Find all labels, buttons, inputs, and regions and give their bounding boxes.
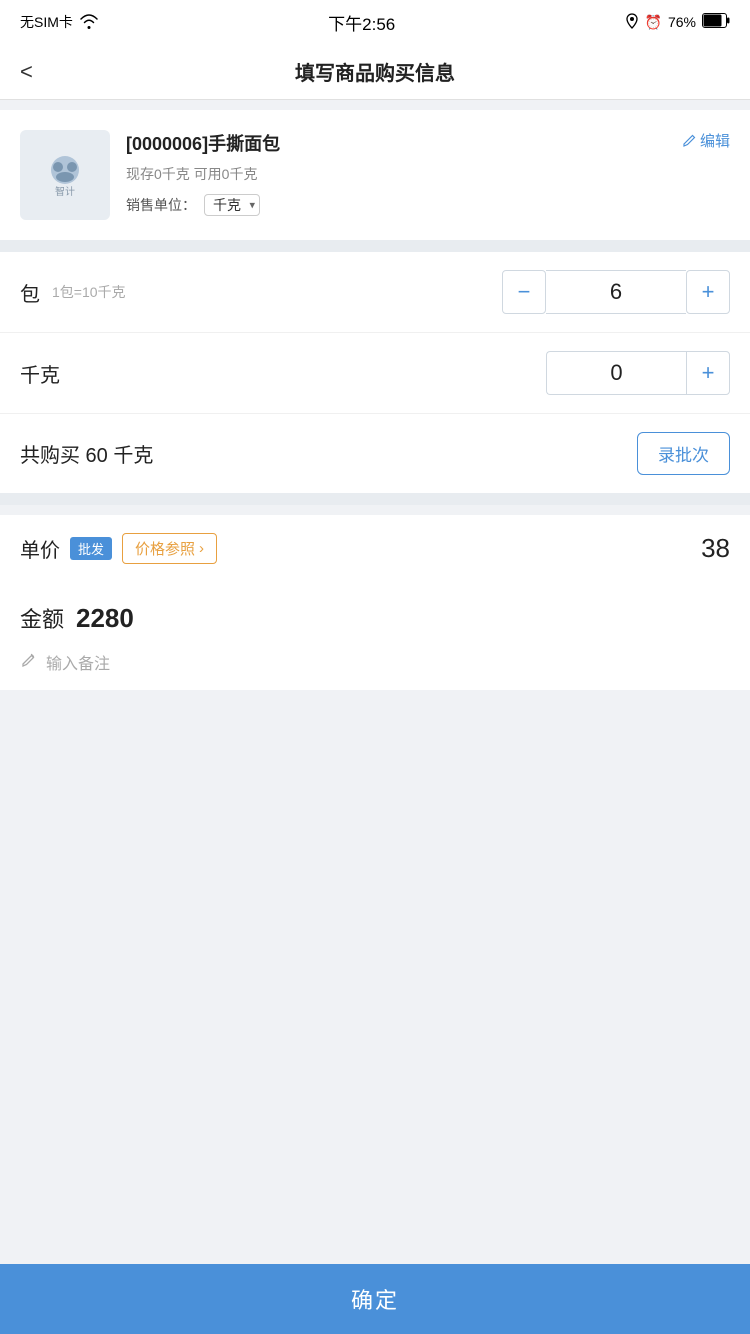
unit-select-wrapper[interactable]: 千克 (204, 194, 260, 216)
amount-value: 2280 (76, 603, 134, 634)
price-left: 单价 批发 价格参照 › (20, 533, 217, 564)
total-label: 共购买 60 千克 (20, 439, 153, 468)
status-left: 无SIM卡 (20, 12, 99, 32)
unit-select[interactable]: 千克 (204, 194, 260, 216)
product-card: 智计 [0000006]手撕面包 现存0千克 可用0千克 销售单位： 千克 编辑 (0, 110, 750, 240)
quantity-label-kg: 千克 (20, 359, 60, 388)
pencil-icon (20, 651, 38, 674)
quantity-hint-bao: 1包=10千克 (52, 282, 126, 302)
price-tag: 批发 (70, 537, 112, 560)
quantity-control-bao: − + (502, 270, 730, 314)
product-name: [0000006]手撕面包 (126, 130, 730, 156)
quantity-control-kg: + (546, 351, 730, 395)
page-title: 填写商品购买信息 (295, 57, 455, 86)
edit-button[interactable]: 编辑 (682, 130, 730, 151)
confirm-button[interactable]: 确定 (0, 1264, 750, 1334)
note-placeholder[interactable]: 输入备注 (46, 650, 110, 674)
amount-section: 金额 2280 输入备注 (0, 582, 750, 690)
price-row: 单价 批发 价格参照 › 38 (20, 533, 730, 564)
carrier-text: 无SIM卡 (20, 12, 73, 32)
product-image: 智计 (20, 130, 110, 220)
svg-text:智计: 智计 (55, 185, 75, 198)
battery-icon (702, 13, 730, 31)
quantity-bao-input[interactable] (546, 270, 686, 314)
increase-kg-button[interactable]: + (686, 351, 730, 395)
nav-bar: < 填写商品购买信息 (0, 44, 750, 100)
alarm-icon: ⏰ (645, 14, 662, 31)
section-divider-2 (0, 493, 750, 505)
quantity-label-bao: 包 1包=10千克 (20, 278, 126, 307)
price-value: 38 (701, 533, 730, 564)
price-ref-button[interactable]: 价格参照 › (122, 533, 217, 564)
increase-bao-button[interactable]: + (686, 270, 730, 314)
wifi-icon (79, 13, 99, 32)
amount-label: 金额 (20, 602, 64, 634)
back-button[interactable]: < (20, 59, 33, 85)
status-bar: 无SIM卡 下午2:56 ⏰ 76% (0, 0, 750, 44)
product-stock: 现存0千克 可用0千克 (126, 164, 730, 184)
section-divider-1 (0, 240, 750, 252)
quantity-row-bao: 包 1包=10千克 − + (0, 252, 750, 333)
decrease-bao-button[interactable]: − (502, 270, 546, 314)
amount-row: 金额 2280 (20, 602, 730, 634)
location-icon (625, 13, 639, 32)
total-row: 共购买 60 千克 录批次 (0, 414, 750, 493)
battery-text: 76% (668, 14, 696, 30)
unit-label: 销售单位： (126, 195, 196, 215)
batch-button[interactable]: 录批次 (637, 432, 730, 475)
bottom-area (0, 690, 750, 1030)
status-time: 下午2:56 (328, 10, 395, 35)
note-row[interactable]: 输入备注 (20, 650, 730, 674)
price-label: 单价 (20, 534, 60, 563)
product-unit-row: 销售单位： 千克 (126, 194, 730, 216)
quantity-row-kg: 千克 + (0, 333, 750, 414)
price-section: 单价 批发 价格参照 › 38 (0, 515, 750, 582)
quantity-section: 包 1包=10千克 − + 千克 + (0, 252, 750, 414)
product-info: [0000006]手撕面包 现存0千克 可用0千克 销售单位： 千克 (126, 130, 730, 216)
status-right: ⏰ 76% (625, 13, 730, 32)
quantity-kg-input[interactable] (546, 351, 686, 395)
